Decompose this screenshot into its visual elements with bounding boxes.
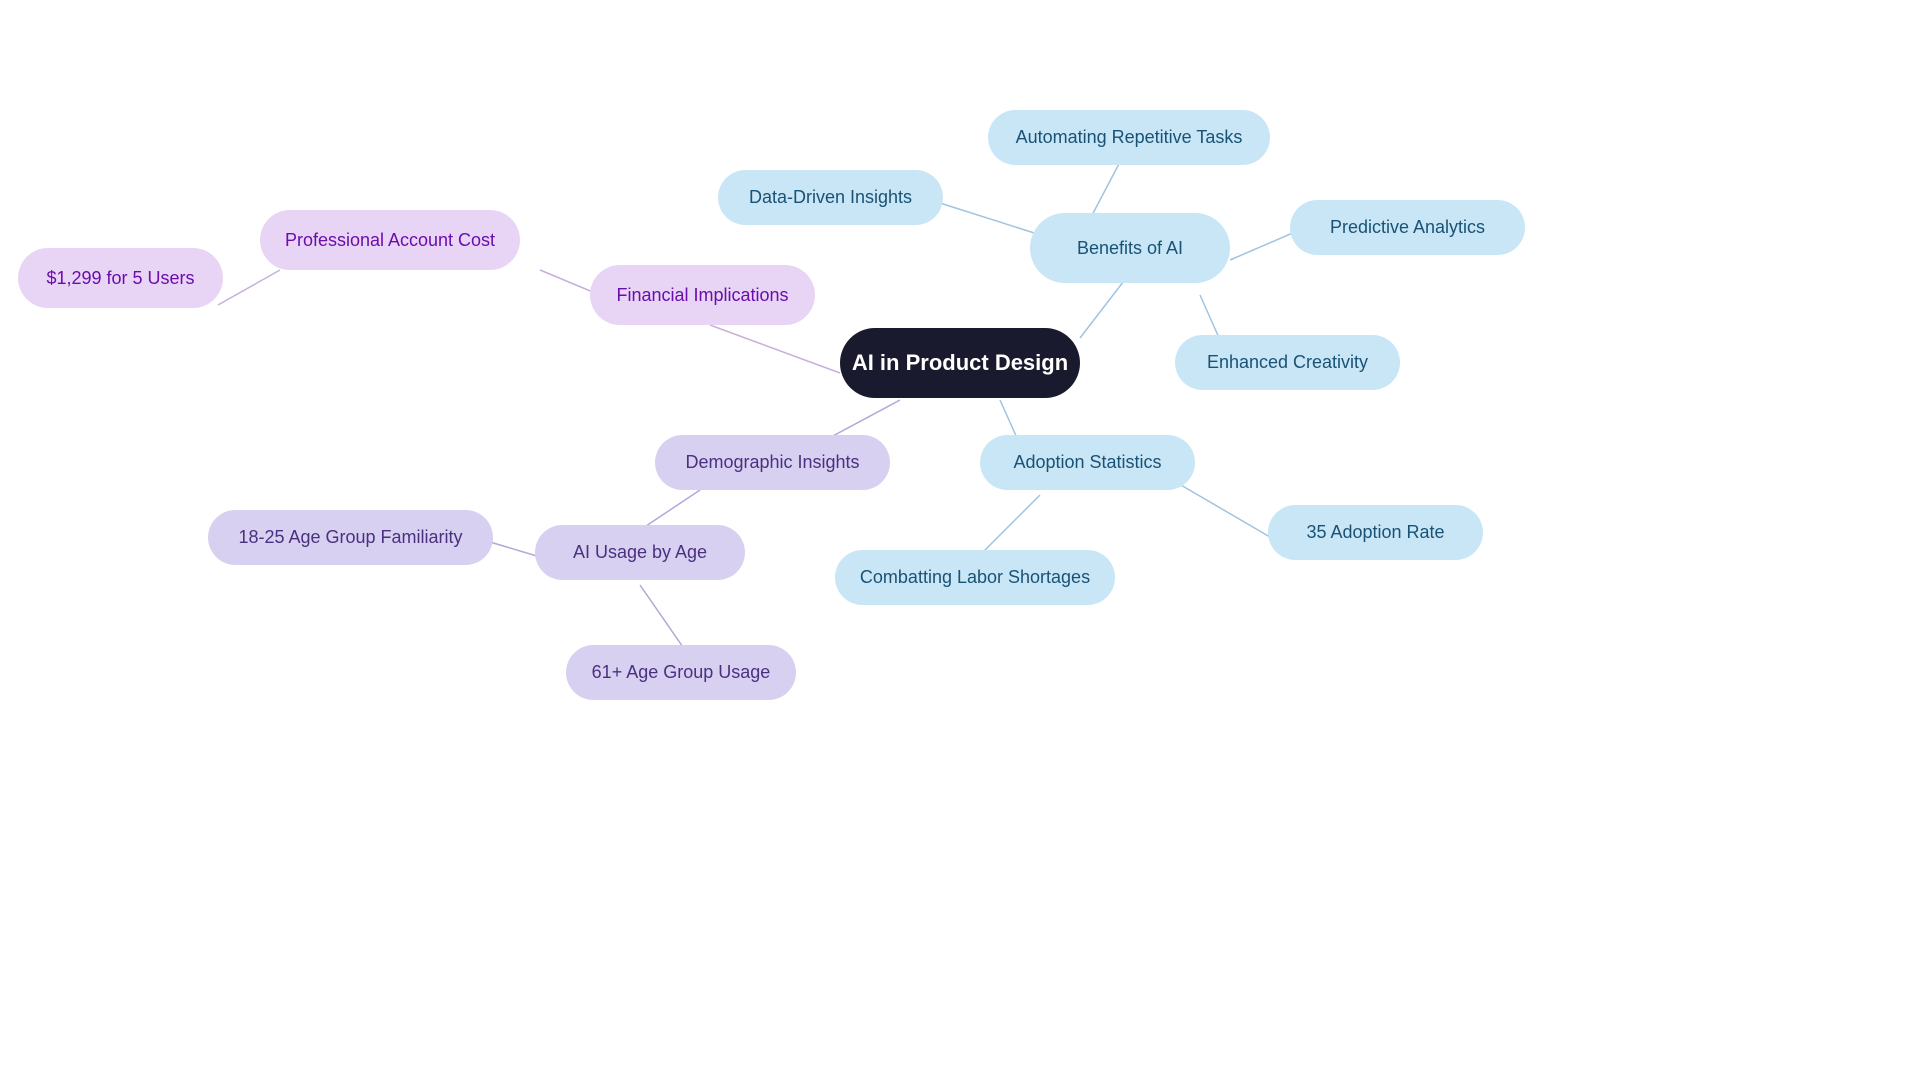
price-node[interactable]: $1,299 for 5 Users (18, 248, 223, 308)
data-driven-insights-node[interactable]: Data-Driven Insights (718, 170, 943, 225)
automating-repetitive-tasks-node[interactable]: Automating Repetitive Tasks (988, 110, 1270, 165)
age-18-25-node[interactable]: 18-25 Age Group Familiarity (208, 510, 493, 565)
professional-account-cost-node[interactable]: Professional Account Cost (260, 210, 520, 270)
benefits-of-ai-node[interactable]: Benefits of AI (1030, 213, 1230, 283)
predictive-analytics-node[interactable]: Predictive Analytics (1290, 200, 1525, 255)
adoption-statistics-node[interactable]: Adoption Statistics (980, 435, 1195, 490)
enhanced-creativity-node[interactable]: Enhanced Creativity (1175, 335, 1400, 390)
financial-implications-node[interactable]: Financial Implications (590, 265, 815, 325)
combatting-labor-shortages-node[interactable]: Combatting Labor Shortages (835, 550, 1115, 605)
center-node[interactable]: AI in Product Design (840, 328, 1080, 398)
adoption-rate-node[interactable]: 35 Adoption Rate (1268, 505, 1483, 560)
age-61-plus-node[interactable]: 61+ Age Group Usage (566, 645, 796, 700)
demographic-insights-node[interactable]: Demographic Insights (655, 435, 890, 490)
ai-usage-by-age-node[interactable]: AI Usage by Age (535, 525, 745, 580)
